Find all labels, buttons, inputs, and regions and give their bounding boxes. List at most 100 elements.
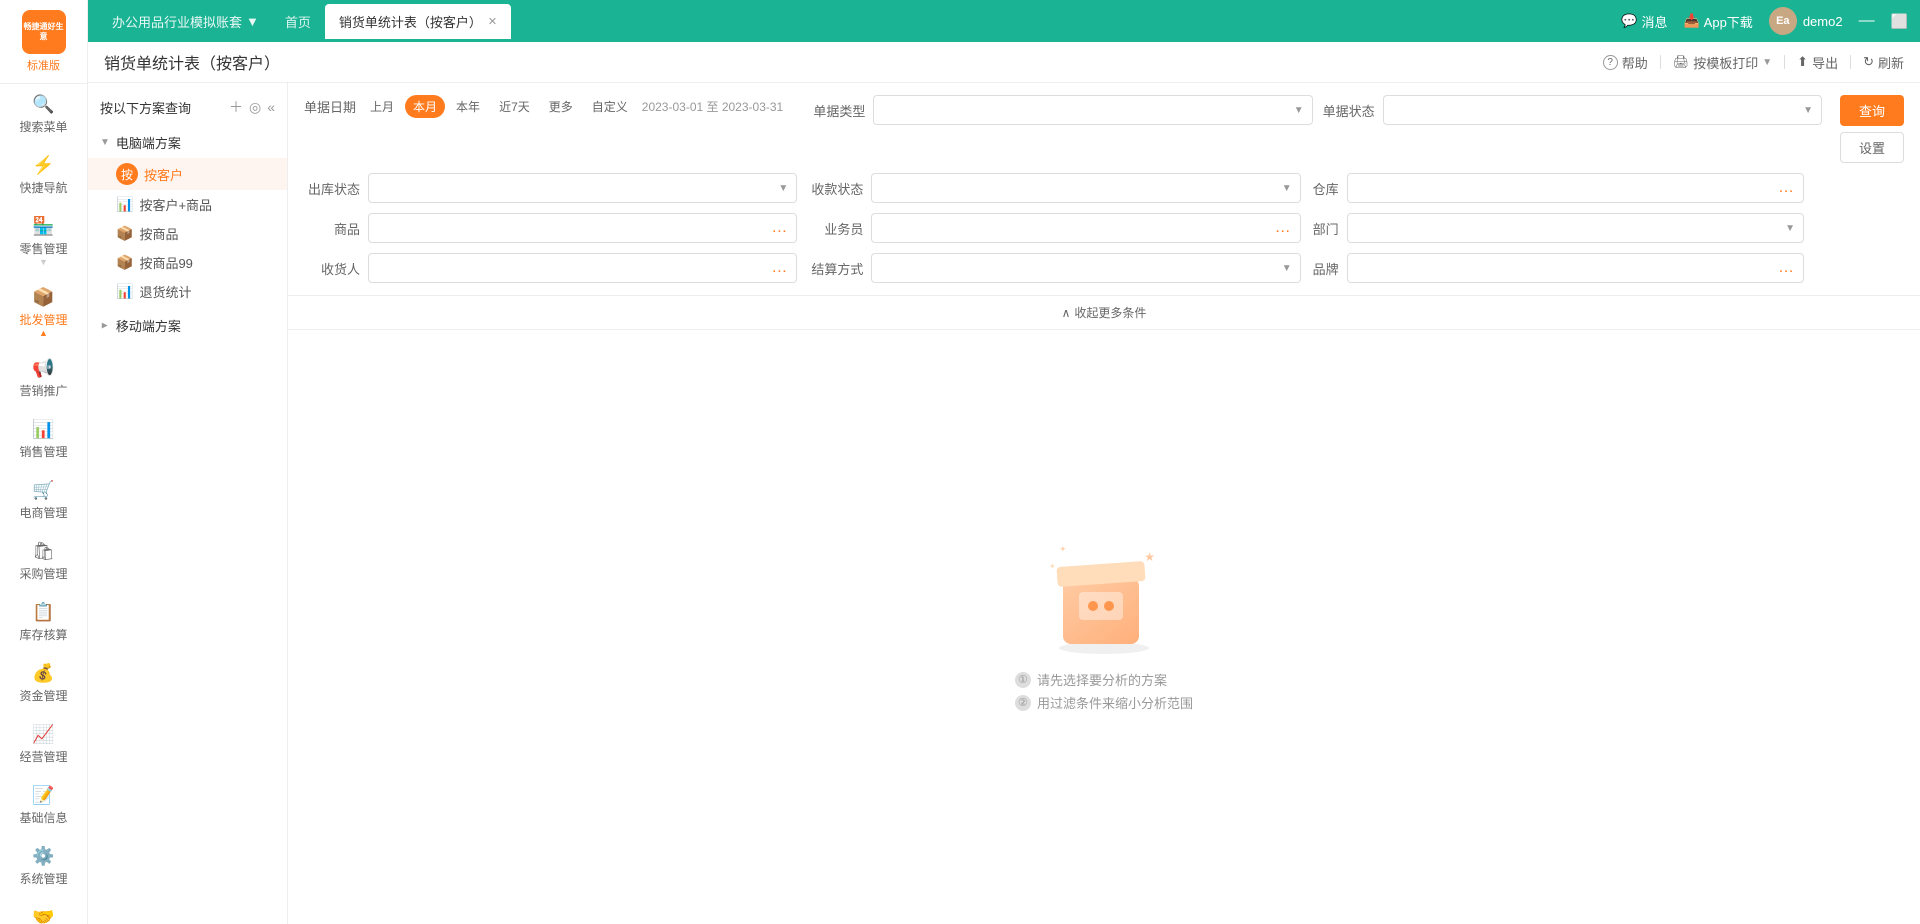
query-buttons: 查询 设置: [1832, 95, 1904, 163]
out-status-section: 出库状态 ▼: [304, 173, 797, 203]
purchase-icon: 🛍: [32, 541, 55, 562]
face: [1079, 592, 1123, 620]
scheme-settings-icon[interactable]: ◎: [249, 99, 261, 116]
date-tab-last-month[interactable]: 上月: [362, 95, 402, 118]
tree-parent-desktop[interactable]: ▼ 电脑端方案: [88, 127, 287, 158]
tree-child-by-customer-goods[interactable]: 📊 按客户+商品: [88, 190, 287, 219]
expand-arrow: ▼: [39, 257, 48, 267]
department-select[interactable]: ▼: [1347, 213, 1804, 243]
sidebar-item-inventory[interactable]: 📋 库存核算: [0, 592, 87, 653]
salesperson-input[interactable]: …: [871, 213, 1300, 243]
receiver-input[interactable]: …: [368, 253, 797, 283]
doc-type-select[interactable]: ▼: [873, 95, 1312, 125]
page-header: 销货单统计表（按客户） ? 帮助 🖨 按模板打印 ▼ ⬆ 导出 ↻ 刷新: [88, 42, 1920, 83]
add-scheme-btn[interactable]: ＋: [229, 97, 243, 117]
collapse-label: 收起更多条件: [1074, 304, 1146, 321]
receipt-status-select[interactable]: ▼: [871, 173, 1300, 203]
sidebar-item-wholesale[interactable]: 📦 批发管理 ▲: [0, 277, 87, 348]
logo-icon: 畅捷通好生意: [22, 10, 66, 54]
sidebar-item-ecommerce[interactable]: 🛒 电商管理: [0, 470, 87, 531]
sidebar-item-basic-info[interactable]: 📝 基础信息: [0, 775, 87, 836]
filter-row-3: 商品 … 业务员 … 部门: [304, 213, 1904, 243]
query-button[interactable]: 查询: [1840, 95, 1904, 126]
sidebar-item-retail[interactable]: 🏪 零售管理 ▼: [0, 206, 87, 277]
window-maximize-btn[interactable]: ⬜: [1891, 13, 1908, 30]
inventory-icon: 📋: [32, 602, 54, 623]
filter-row-2: 出库状态 ▼ 收款状态 ▼ 仓库: [304, 173, 1904, 203]
tree-child-by-customer[interactable]: 按 按客户: [88, 158, 287, 190]
sidebar-item-quick-nav[interactable]: ⚡ 快捷导航: [0, 145, 87, 206]
warehouse-input[interactable]: …: [1347, 173, 1804, 203]
sidebar-item-cooperation[interactable]: 🤝 企业协同: [0, 897, 87, 924]
date-tab-current-month[interactable]: 本月: [405, 95, 445, 118]
sidebar-item-marketing[interactable]: 📢 营销推广: [0, 348, 87, 409]
refresh-btn[interactable]: ↻ 刷新: [1863, 53, 1904, 72]
department-label: 部门: [1311, 219, 1339, 238]
sidebar-item-operation[interactable]: 📈 经营管理: [0, 714, 87, 775]
date-tab-more[interactable]: 更多: [541, 95, 581, 118]
help-btn[interactable]: ? 帮助: [1603, 53, 1648, 72]
chevron-down-icon: ▼: [1282, 263, 1292, 274]
doc-status-section: 单据状态 ▼: [1323, 95, 1822, 125]
sidebar-item-sales[interactable]: 📊 销售管理: [0, 409, 87, 470]
sidebar-item-system[interactable]: ⚙️ 系统管理: [0, 836, 87, 897]
sidebar-item-label: 销售管理: [19, 443, 67, 460]
dots-icon: …: [771, 259, 788, 277]
export-btn[interactable]: ⬆ 导出: [1797, 53, 1838, 72]
sidebar-item-finance[interactable]: 💰 资金管理: [0, 653, 87, 714]
collapse-panel-btn[interactable]: «: [267, 99, 275, 115]
sidebar-item-label: 采购管理: [19, 565, 67, 582]
settlement-select[interactable]: ▼: [871, 253, 1300, 283]
doc-status-label: 单据状态: [1323, 101, 1375, 120]
tab-sales-stats[interactable]: 销货单统计表（按客户） ✕: [325, 4, 511, 39]
search-icon: 🔍: [32, 94, 54, 115]
logo-text: 标准版: [27, 57, 60, 73]
messages-btn[interactable]: 💬 消息: [1621, 12, 1667, 31]
tab-close-icon[interactable]: ✕: [488, 15, 497, 28]
date-label: 单据日期: [304, 97, 356, 116]
tree-parent-mobile[interactable]: ▼ 移动端方案: [88, 310, 287, 341]
brand-input[interactable]: …: [1347, 253, 1804, 283]
hint-item-1: ① 请先选择要分析的方案: [1015, 670, 1193, 689]
tree-child-label: 退货统计: [139, 282, 191, 301]
page-title: 销货单统计表（按客户）: [104, 50, 280, 74]
chevron-down-icon: ▼: [1294, 105, 1304, 116]
tab-home[interactable]: 首页: [271, 4, 325, 39]
empty-image: ★ ✦ ✦: [1039, 538, 1169, 658]
divider: [1784, 55, 1785, 69]
settings-button[interactable]: 设置: [1840, 132, 1904, 163]
divider: [1850, 55, 1851, 69]
dots-icon: …: [771, 219, 788, 237]
template-print-btn[interactable]: 🖨 按模板打印 ▼: [1673, 53, 1772, 72]
tree-child-return-stats[interactable]: 📊 退货统计: [88, 277, 287, 306]
out-status-select[interactable]: ▼: [368, 173, 797, 203]
collapse-arrow-icon: ∧: [1062, 306, 1071, 320]
app-title-dropdown-icon[interactable]: ▼: [246, 14, 259, 29]
window-minimize-btn[interactable]: —: [1859, 12, 1875, 30]
sidebar-item-purchase[interactable]: 🛍 采购管理: [0, 531, 87, 592]
goods-input[interactable]: …: [368, 213, 797, 243]
avatar: Ea: [1769, 7, 1797, 35]
user-profile-btn[interactable]: Ea demo2: [1769, 7, 1843, 35]
ecommerce-icon: 🛒: [32, 480, 54, 501]
date-tab-custom[interactable]: 自定义: [584, 95, 636, 118]
collapse-bar[interactable]: ∧ 收起更多条件: [288, 296, 1920, 330]
star3: ✦: [1049, 562, 1056, 571]
date-tab-current-year[interactable]: 本年: [448, 95, 488, 118]
doc-status-select[interactable]: ▼: [1383, 95, 1822, 125]
goods-label: 商品: [304, 219, 360, 238]
dots-icon: …: [1778, 179, 1795, 197]
receipt-status-label: 收款状态: [807, 179, 863, 198]
date-tabs-group: 上月 本月 本年 近7天 更多 自定义: [362, 95, 636, 118]
content-body: 按以下方案查询 ＋ ◎ « ▼ 电脑端方案 按 按客户 📊: [88, 83, 1920, 924]
tree-child-by-goods-99[interactable]: 📦 按商品99: [88, 248, 287, 277]
tree-expand-arrow: ▼: [99, 321, 110, 331]
sidebar-item-search-menu[interactable]: 🔍 搜索菜单: [0, 84, 87, 145]
star1: ★: [1144, 550, 1155, 564]
sidebar-item-label: 快捷导航: [19, 179, 67, 196]
salesperson-section: 业务员 …: [807, 213, 1300, 243]
tree-child-label: 按商品: [139, 224, 178, 243]
tree-child-by-goods[interactable]: 📦 按商品: [88, 219, 287, 248]
date-tab-last-7-days[interactable]: 近7天: [491, 95, 538, 118]
app-download-btn[interactable]: 📥 App下载: [1683, 12, 1752, 31]
